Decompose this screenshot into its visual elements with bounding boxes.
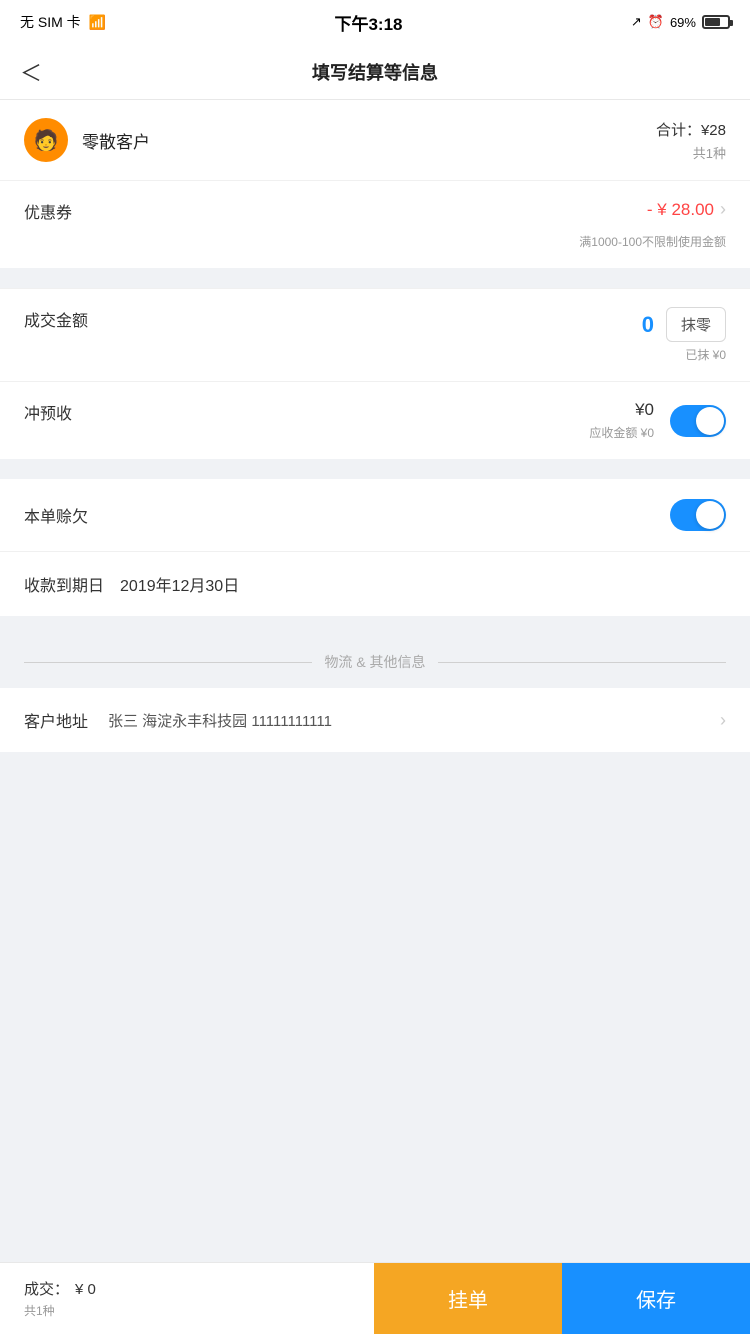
coupon-discount: - ¥ 28.00 (647, 200, 714, 220)
content-area: 🧑 零散客户 合计：¥28 共1种 优惠券 - ¥ 28.00 › 满1000-… (0, 100, 750, 1042)
page-title: 填写结算等信息 (312, 59, 438, 85)
customer-right: 合计：¥28 共1种 (656, 119, 726, 162)
due-date-row: 收款到期日 2019年12月30日 (0, 551, 750, 616)
transaction-row: 成交金额 0 抹零 已抹 ¥0 (0, 288, 750, 381)
wifi-icon: 📶 (89, 14, 106, 31)
debt-toggle-knob (696, 501, 724, 529)
debt-label: 本单赊欠 (24, 503, 88, 527)
customer-row: 🧑 零散客户 合计：¥28 共1种 (0, 100, 750, 180)
battery-text: 69% (670, 15, 696, 30)
status-right: ↗ ⏰ 69% (631, 14, 730, 30)
battery-fill (705, 18, 720, 26)
logistics-label: 物流 & 其他信息 (324, 652, 425, 672)
section-gap-3 (0, 626, 750, 636)
no-sim-text: 无 SIM 卡 (20, 12, 81, 32)
bottom-count: 共1种 (24, 1302, 350, 1319)
debt-toggle[interactable] (670, 499, 726, 531)
address-value: 张三 海淀永丰科技园 11111111111 (108, 710, 714, 731)
due-date-value: 2019年12月30日 (120, 572, 239, 596)
round-zero-button[interactable]: 抹零 (666, 307, 726, 342)
bottom-info: 成交： ¥ 0 共1种 (0, 1278, 374, 1319)
prepay-row: 冲预收 ¥0 应收金额 ¥0 (0, 381, 750, 459)
prepay-toggle[interactable] (670, 405, 726, 437)
empty-space (0, 762, 750, 962)
divider-left (24, 662, 312, 663)
debt-card: 本单赊欠 收款到期日 2019年12月30日 (0, 479, 750, 616)
already-rounded-text: 已抹 ¥0 (685, 346, 726, 363)
save-button-label: 保存 (636, 1284, 676, 1313)
suspend-button[interactable]: 挂单 (374, 1263, 562, 1334)
status-bar: 无 SIM 卡 📶 下午3:18 ↗ ⏰ 69% (0, 0, 750, 44)
coupon-right: - ¥ 28.00 › 满1000-100不限制使用金额 (579, 199, 726, 250)
save-button[interactable]: 保存 (562, 1263, 750, 1334)
transaction-value: 0 (642, 312, 654, 338)
status-time: 下午3:18 (334, 10, 402, 35)
bottom-deal-row: 成交： ¥ 0 (24, 1278, 350, 1299)
logistics-divider: 物流 & 其他信息 (0, 652, 750, 672)
bottom-deal-label: 成交： (24, 1278, 69, 1299)
coupon-label: 优惠券 (24, 199, 72, 223)
location-icon: ↗ (631, 14, 642, 30)
address-row[interactable]: 客户地址 张三 海淀永丰科技园 11111111111 › (0, 688, 750, 752)
suspend-button-label: 挂单 (448, 1284, 488, 1313)
prepay-right: ¥0 应收金额 ¥0 (589, 400, 726, 441)
total-amount: 合计：¥28 (656, 119, 726, 140)
address-card: 客户地址 张三 海淀永丰科技园 11111111111 › (0, 688, 750, 752)
prepay-amount: ¥0 (589, 400, 654, 420)
customer-card: 🧑 零散客户 合计：¥28 共1种 优惠券 - ¥ 28.00 › 满1000-… (0, 100, 750, 268)
toggle-knob (696, 407, 724, 435)
divider-right (438, 662, 726, 663)
due-date-label: 收款到期日 (24, 572, 104, 596)
section-gap-2 (0, 469, 750, 479)
prepay-label: 冲预收 (24, 400, 72, 424)
total-count: 共1种 (656, 143, 726, 162)
transaction-right: 0 抹零 已抹 ¥0 (642, 307, 726, 363)
address-label: 客户地址 (24, 708, 88, 732)
customer-left: 🧑 零散客户 (24, 118, 150, 162)
logistics-section: 物流 & 其他信息 (0, 636, 750, 688)
nav-bar: ＜ 填写结算等信息 (0, 44, 750, 100)
bottom-bar: 成交： ¥ 0 共1种 挂单 保存 (0, 1262, 750, 1334)
transaction-card: 成交金额 0 抹零 已抹 ¥0 冲预收 ¥0 应收金额 ¥0 (0, 288, 750, 459)
status-left: 无 SIM 卡 📶 (20, 12, 106, 32)
alarm-icon: ⏰ (648, 14, 664, 30)
avatar-icon: 🧑 (34, 128, 59, 153)
address-chevron-icon: › (720, 710, 726, 731)
coupon-description: 满1000-100不限制使用金额 (579, 233, 726, 250)
debt-row: 本单赊欠 (0, 479, 750, 551)
customer-name: 零散客户 (82, 128, 150, 153)
back-button[interactable]: ＜ (20, 56, 42, 88)
battery-bar (702, 15, 730, 29)
bottom-deal-amount: ¥ 0 (75, 1281, 96, 1298)
avatar: 🧑 (24, 118, 68, 162)
receivable-text: 应收金额 ¥0 (589, 424, 654, 441)
section-gap-1 (0, 278, 750, 288)
coupon-chevron-icon: › (720, 199, 726, 220)
transaction-label: 成交金额 (24, 307, 88, 331)
coupon-row[interactable]: 优惠券 - ¥ 28.00 › 满1000-100不限制使用金额 (0, 180, 750, 268)
